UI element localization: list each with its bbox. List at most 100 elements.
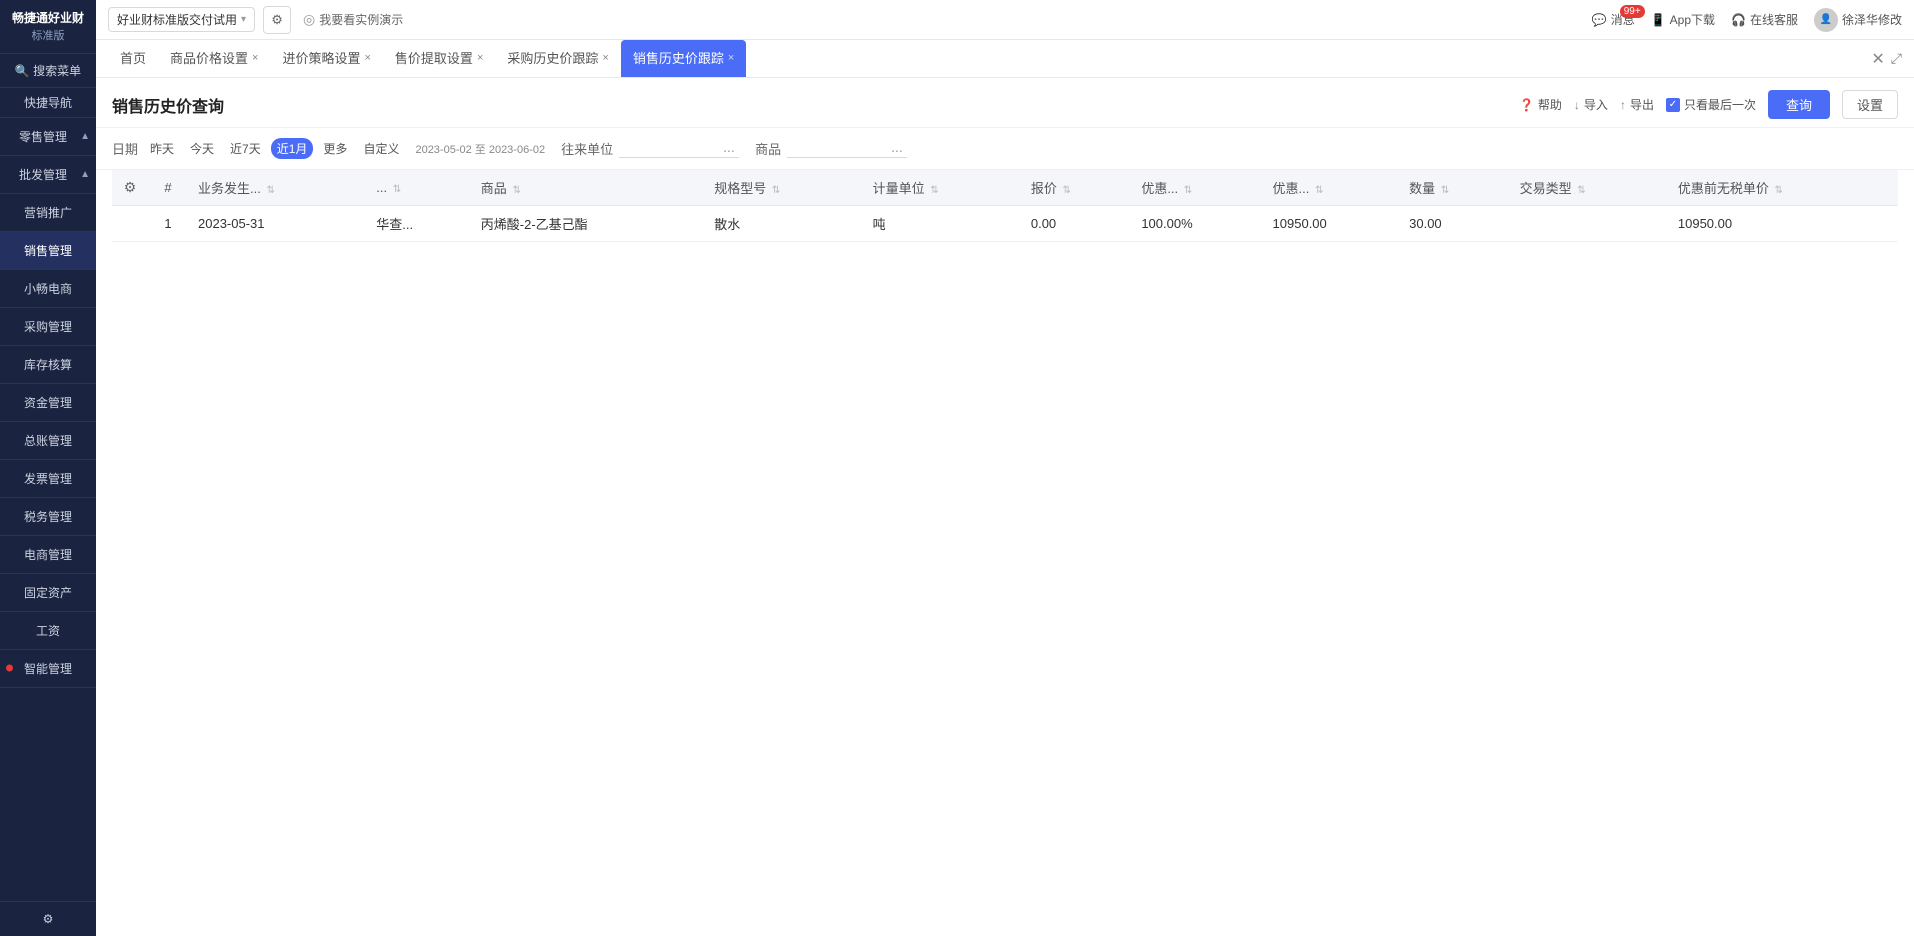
sidebar-item-payroll[interactable]: 工资 [0, 612, 96, 650]
col-num: # [148, 170, 188, 206]
sidebar-item-inventory[interactable]: 库存核算 [0, 346, 96, 384]
sort-product-icon[interactable]: ⇅ [512, 185, 520, 196]
col-price[interactable]: 报价 ⇅ [1021, 170, 1131, 206]
quick-nav-btn[interactable]: 快捷导航 [0, 88, 96, 118]
source-unit-dots[interactable]: ... [723, 139, 735, 155]
sort-discount2-icon[interactable]: ⇅ [1315, 185, 1323, 196]
sort-pretax-icon[interactable]: ⇅ [1775, 185, 1783, 196]
col-discount2[interactable]: 优惠... ⇅ [1263, 170, 1400, 206]
tab-purchase-strategy[interactable]: 进价策略设置 × [270, 40, 382, 77]
sort-tradetype-icon[interactable]: ⇅ [1577, 185, 1585, 196]
sidebar-item-smart[interactable]: 智能管理 [0, 650, 96, 688]
sort-discount1-icon[interactable]: ⇅ [1184, 185, 1192, 196]
app-logo[interactable]: 畅捷通好业财 标准版 [0, 0, 96, 54]
sidebar-item-sales[interactable]: 销售管理 [0, 232, 96, 270]
date-opt-custom[interactable]: 自定义 [357, 138, 405, 159]
col-unit[interactable]: 计量单位 ⇅ [863, 170, 1021, 206]
col-quantity[interactable]: 数量 ⇅ [1399, 170, 1509, 206]
tab-purchase-history[interactable]: 采购历史价跟踪 × [495, 40, 620, 77]
close-tab-sale-extract[interactable]: × [477, 52, 483, 64]
search-menu-btn[interactable]: 🔍 搜索菜单 [0, 54, 96, 88]
sidebar-item-finance[interactable]: 资金管理 [0, 384, 96, 422]
date-opt-today[interactable]: 今天 [184, 138, 220, 159]
tab-sale-history[interactable]: 销售历史价跟踪 × [621, 40, 746, 77]
app-download-label: App下载 [1670, 11, 1715, 28]
close-window-btn[interactable]: ✕ [1871, 49, 1884, 69]
sort-price-icon[interactable]: ⇅ [1063, 185, 1071, 196]
gear-icon: ⚙ [43, 912, 54, 926]
main-area: 好业财标准版交付试用 ▾ ⚙ ◎ 我要看实例演示 💬 消息 99+ 📱 App下… [96, 0, 1914, 936]
row-quantity-cell: 30.00 [1399, 206, 1509, 242]
sidebar-item-retail[interactable]: 零售管理 ▲ [0, 118, 96, 156]
source-unit-input[interactable] [619, 140, 719, 155]
tab-price-settings[interactable]: 商品价格设置 × [158, 40, 270, 77]
date-opt-last7[interactable]: 近7天 [224, 138, 267, 159]
sort-spec-icon[interactable]: ⇅ [772, 185, 780, 196]
query-button[interactable]: 查询 [1768, 90, 1830, 119]
sidebar-item-ecommerce-small[interactable]: 小畅电商 [0, 270, 96, 308]
close-tab-price-settings[interactable]: × [252, 52, 258, 64]
sort-unit-icon[interactable]: ⇅ [930, 185, 938, 196]
date-opt-yesterday[interactable]: 昨天 [144, 138, 180, 159]
user-menu[interactable]: 👤 徐泽华修改 [1814, 8, 1902, 32]
export-btn[interactable]: ↑ 导出 [1620, 96, 1654, 113]
close-tab-purchase-strategy[interactable]: × [364, 52, 370, 64]
app-name-line2: 标准版 [6, 27, 90, 43]
app-download-btn[interactable]: 📱 App下载 [1651, 11, 1715, 28]
sort-extra-icon[interactable]: ⇅ [393, 184, 401, 195]
search-icon: 🔍 [15, 64, 30, 78]
topbar-gear-btn[interactable]: ⚙ [263, 6, 291, 34]
sidebar-item-wholesale[interactable]: 批发管理 ▲ [0, 156, 96, 194]
col-spec[interactable]: 规格型号 ⇅ [704, 170, 862, 206]
row-unit-cell: 吨 [863, 206, 1021, 242]
table-gear-icon[interactable]: ⚙ [124, 179, 137, 195]
col-pretax-price[interactable]: 优惠前无税单价 ⇅ [1668, 170, 1898, 206]
row-num-cell: 1 [148, 206, 188, 242]
tab-sale-extract[interactable]: 售价提取设置 × [383, 40, 495, 77]
only-last-checkbox[interactable]: 只看最后一次 [1666, 96, 1756, 113]
sidebar: 畅捷通好业财 标准版 🔍 搜索菜单 快捷导航 零售管理 ▲ 批发管理 ▲ 营销推… [0, 0, 96, 936]
col-discount1[interactable]: 优惠... ⇅ [1131, 170, 1262, 206]
sidebar-item-tax[interactable]: 税务管理 [0, 498, 96, 536]
sidebar-gear-btn[interactable]: ⚙ [0, 901, 96, 936]
date-opt-last1m[interactable]: 近1月 [271, 138, 314, 159]
version-selector[interactable]: 好业财标准版交付试用 ▾ [108, 7, 255, 32]
close-tab-purchase-history[interactable]: × [602, 52, 608, 64]
row-discount2-cell: 10950.00 [1263, 206, 1400, 242]
col-product[interactable]: 商品 ⇅ [471, 170, 704, 206]
sort-date-icon[interactable]: ⇅ [266, 185, 274, 196]
sidebar-item-invoice[interactable]: 发票管理 [0, 460, 96, 498]
sidebar-item-ledger[interactable]: 总账管理 [0, 422, 96, 460]
col-gear[interactable]: ⚙ [112, 170, 148, 206]
online-service-btn[interactable]: 🎧 在线客服 [1731, 11, 1798, 28]
help-btn[interactable]: ❓ 帮助 [1519, 96, 1562, 113]
row-gear-cell [112, 206, 148, 242]
sidebar-item-ecommerce[interactable]: 电商管理 [0, 536, 96, 574]
expand-window-btn[interactable]: ⤢ [1891, 50, 1902, 67]
col-trade-type[interactable]: 交易类型 ⇅ [1510, 170, 1668, 206]
page-header: 销售历史价查询 ❓ 帮助 ↓ 导入 ↑ 导出 只看最后一次 查询 [96, 78, 1914, 128]
chevron-icon: ▲ [80, 131, 90, 142]
import-icon: ↓ [1574, 98, 1580, 112]
settings-button[interactable]: 设置 [1842, 90, 1898, 119]
product-input[interactable] [787, 140, 887, 155]
product-dots[interactable]: ... [891, 139, 903, 155]
col-extra[interactable]: ... ⇅ [366, 170, 471, 206]
date-opt-more[interactable]: 更多 [317, 138, 353, 159]
tab-home[interactable]: 首页 [108, 40, 158, 77]
chevron-down-icon: ▾ [241, 14, 246, 25]
sidebar-item-marketing[interactable]: 营销推广 [0, 194, 96, 232]
messages-btn[interactable]: 💬 消息 99+ [1592, 11, 1635, 28]
chevron-icon: ▲ [80, 169, 90, 180]
col-date[interactable]: 业务发生... ⇅ [188, 170, 366, 206]
sidebar-item-assets[interactable]: 固定资产 [0, 574, 96, 612]
product-group: 商品 ... [755, 139, 907, 158]
row-extra-cell: 华查... [366, 206, 471, 242]
close-tab-sale-history[interactable]: × [728, 52, 734, 64]
demo-btn[interactable]: ◎ 我要看实例演示 [303, 11, 403, 28]
import-btn[interactable]: ↓ 导入 [1574, 96, 1608, 113]
export-icon: ↑ [1620, 98, 1626, 112]
table-row[interactable]: 1 2023-05-31 华查... 丙烯酸-2-乙基己酯 散水 吨 0.00 … [112, 206, 1898, 242]
sidebar-item-purchase[interactable]: 采购管理 [0, 308, 96, 346]
sort-quantity-icon[interactable]: ⇅ [1441, 185, 1449, 196]
